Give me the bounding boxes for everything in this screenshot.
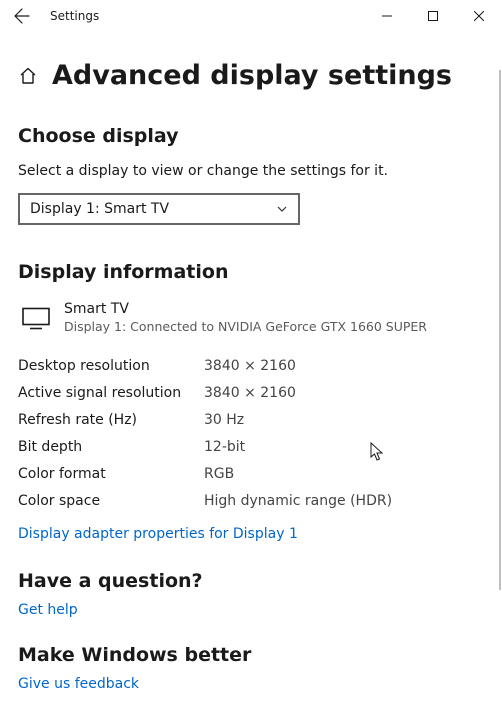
question-heading: Have a question? — [18, 570, 484, 592]
feedback-block: Make Windows better Give us feedback — [18, 644, 484, 692]
close-button[interactable] — [456, 0, 502, 32]
home-icon[interactable] — [18, 66, 38, 86]
maximize-icon — [428, 11, 438, 21]
prop-label: Color space — [18, 493, 204, 509]
minimize-button[interactable] — [364, 0, 410, 32]
get-help-link[interactable]: Get help — [18, 602, 78, 618]
prop-label: Desktop resolution — [18, 358, 204, 374]
prop-label: Refresh rate (Hz) — [18, 412, 204, 428]
prop-label: Active signal resolution — [18, 385, 204, 401]
choose-display-heading: Choose display — [18, 125, 484, 147]
adapter-properties-link[interactable]: Display adapter properties for Display 1 — [18, 526, 298, 542]
prop-value: 12-bit — [204, 439, 245, 455]
display-select-value: Display 1: Smart TV — [30, 201, 169, 217]
prop-value: 30 Hz — [204, 412, 244, 428]
table-row: Active signal resolution3840 × 2160 — [18, 379, 484, 406]
display-summary: Smart TV Display 1: Connected to NVIDIA … — [18, 301, 484, 334]
display-connection: Display 1: Connected to NVIDIA GeForce G… — [64, 319, 427, 334]
close-icon — [474, 11, 484, 21]
feedback-heading: Make Windows better — [18, 644, 484, 666]
display-name: Smart TV — [64, 301, 427, 317]
page-header: Advanced display settings — [18, 60, 484, 91]
page-title: Advanced display settings — [52, 60, 452, 91]
table-row: Refresh rate (Hz)30 Hz — [18, 406, 484, 433]
monitor-icon — [22, 303, 50, 334]
back-button[interactable] — [6, 0, 38, 32]
table-row: Desktop resolution3840 × 2160 — [18, 352, 484, 379]
display-properties: Desktop resolution3840 × 2160 Active sig… — [18, 352, 484, 514]
prop-value: 3840 × 2160 — [204, 358, 296, 374]
table-row: Color formatRGB — [18, 460, 484, 487]
content-area: Advanced display settings Choose display… — [0, 32, 502, 718]
prop-value: 3840 × 2160 — [204, 385, 296, 401]
prop-value: RGB — [204, 466, 234, 482]
display-select[interactable]: Display 1: Smart TV — [18, 193, 300, 225]
minimize-icon — [382, 11, 392, 21]
give-feedback-link[interactable]: Give us feedback — [18, 676, 139, 692]
window-title: Settings — [50, 9, 99, 23]
choose-display-desc: Select a display to view or change the s… — [18, 163, 484, 179]
back-arrow-icon — [14, 8, 30, 24]
table-row: Bit depth12-bit — [18, 433, 484, 460]
chevron-down-icon — [276, 203, 288, 215]
prop-value: High dynamic range (HDR) — [204, 493, 392, 509]
window-controls — [364, 0, 502, 32]
maximize-button[interactable] — [410, 0, 456, 32]
prop-label: Bit depth — [18, 439, 204, 455]
display-info-heading: Display information — [18, 261, 484, 283]
question-block: Have a question? Get help — [18, 570, 484, 618]
table-row: Color spaceHigh dynamic range (HDR) — [18, 487, 484, 514]
prop-label: Color format — [18, 466, 204, 482]
titlebar: Settings — [0, 0, 502, 32]
